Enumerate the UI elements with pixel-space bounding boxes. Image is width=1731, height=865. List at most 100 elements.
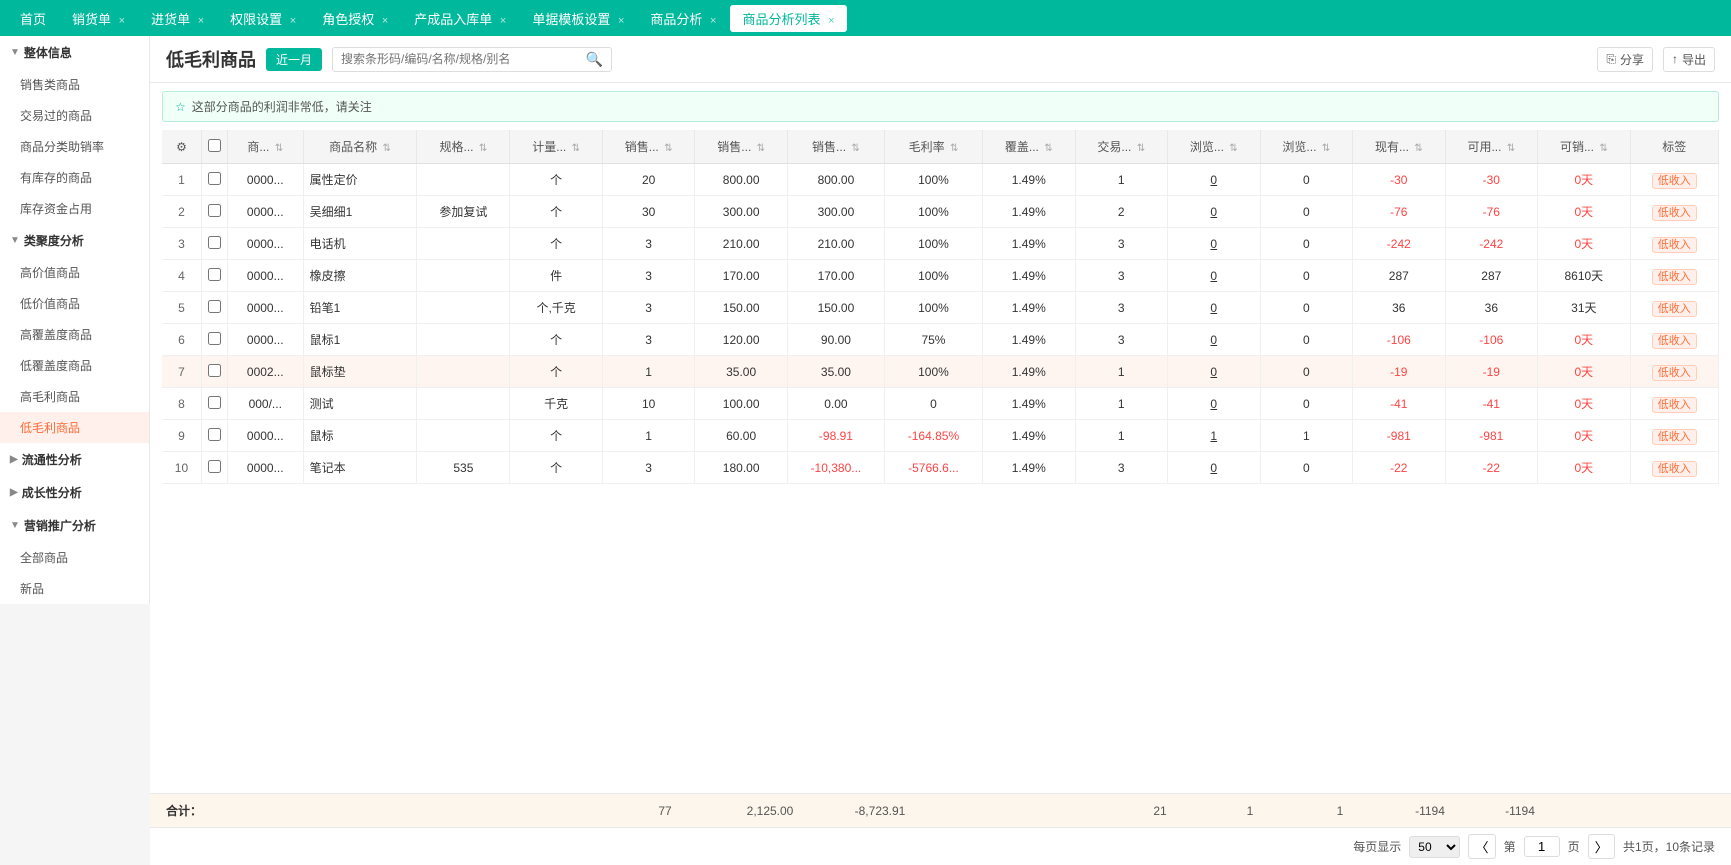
sidebar-item-low-margin[interactable]: 低毛利商品 [0, 412, 149, 443]
cell-name[interactable]: 橡皮擦 [303, 260, 417, 292]
sidebar-item-high-coverage[interactable]: 高覆盖度商品 [0, 319, 149, 350]
cell-browse1[interactable]: 0 [1168, 196, 1261, 228]
next-page-button[interactable]: 〉 [1588, 834, 1615, 859]
cell-name[interactable]: 鼠标垫 [303, 356, 417, 388]
sidebar-group-cluster[interactable]: ▼ 类聚度分析 [0, 224, 149, 257]
share-button[interactable]: ⎘ 分享 [1597, 47, 1653, 72]
sidebar-group-growth[interactable]: ▶ 成长性分析 [0, 476, 149, 509]
nav-role[interactable]: 角色授权 × [310, 5, 400, 32]
nav-permission[interactable]: 权限设置 × [218, 5, 308, 32]
cell-qty: 3 [602, 292, 695, 324]
cell-checkbox[interactable] [201, 324, 227, 356]
cell-checkbox[interactable] [201, 452, 227, 484]
cell-name[interactable]: 测试 [303, 388, 417, 420]
nav-template-close[interactable]: × [618, 15, 624, 27]
sidebar-item-new-goods[interactable]: 新品 [0, 573, 149, 604]
search-icon[interactable]: 🔍 [586, 51, 603, 68]
sidebar-item-high-value[interactable]: 高价值商品 [0, 257, 149, 288]
row-checkbox[interactable] [208, 396, 221, 409]
nav-goods-analysis[interactable]: 商品分析 × [638, 5, 728, 32]
cell-browse1[interactable]: 0 [1168, 452, 1261, 484]
cell-name[interactable]: 吴细细1 [303, 196, 417, 228]
row-checkbox[interactable] [208, 300, 221, 313]
cell-browse1[interactable]: 0 [1168, 388, 1261, 420]
cell-browse1[interactable]: 0 [1168, 324, 1261, 356]
cell-name[interactable]: 笔记本 [303, 452, 417, 484]
export-label: 导出 [1682, 51, 1706, 68]
row-checkbox[interactable] [208, 364, 221, 377]
cell-name[interactable]: 鼠标 [303, 420, 417, 452]
cell-checkbox[interactable] [201, 228, 227, 260]
export-button[interactable]: ↑ 导出 [1663, 47, 1715, 72]
nav-role-close[interactable]: × [382, 15, 388, 27]
sidebar-item-low-value[interactable]: 低价值商品 [0, 288, 149, 319]
sidebar-item-goods-category-rate[interactable]: 商品分类助销率 [0, 131, 149, 162]
cell-salable: 8610天 [1538, 260, 1631, 292]
cell-row-no: 9 [162, 420, 201, 452]
row-checkbox[interactable] [208, 172, 221, 185]
row-checkbox[interactable] [208, 204, 221, 217]
sidebar-item-in-stock-goods[interactable]: 有库存的商品 [0, 162, 149, 193]
cell-browse1[interactable]: 0 [1168, 292, 1261, 324]
sidebar-group-flow[interactable]: ▶ 流通性分析 [0, 443, 149, 476]
cell-sales-amt: 800.00 [695, 164, 788, 196]
sidebar-group-marketing[interactable]: ▼ 营销推广分析 [0, 509, 149, 542]
prev-page-button[interactable]: 〈 [1468, 834, 1495, 859]
nav-sales[interactable]: 销货单 × [60, 5, 137, 32]
cell-checkbox[interactable] [201, 420, 227, 452]
per-page-select[interactable]: 50 20 100 [1409, 836, 1460, 858]
row-checkbox[interactable] [208, 236, 221, 249]
cell-browse1[interactable]: 0 [1168, 260, 1261, 292]
table-row: 10 0000... 笔记本 535 个 3 180.00 -10,380...… [162, 452, 1719, 484]
cell-browse2: 0 [1260, 196, 1353, 228]
cell-browse1[interactable]: 0 [1168, 228, 1261, 260]
sidebar-item-sales-goods[interactable]: 销售类商品 [0, 69, 149, 100]
nav-product-in-close[interactable]: × [500, 15, 506, 27]
cell-name[interactable]: 电话机 [303, 228, 417, 260]
cell-browse1[interactable]: 0 [1168, 164, 1261, 196]
cell-name[interactable]: 铅笔1 [303, 292, 417, 324]
page-number-input[interactable] [1524, 836, 1560, 857]
select-all-checkbox[interactable] [208, 139, 221, 152]
nav-permission-close[interactable]: × [290, 15, 296, 27]
cell-name[interactable]: 鼠标1 [303, 324, 417, 356]
filter-recent-month-button[interactable]: 近一月 [266, 48, 322, 71]
row-checkbox[interactable] [208, 460, 221, 473]
nav-product-in[interactable]: 产成品入库单 × [402, 5, 518, 32]
nav-goods-analysis-close[interactable]: × [710, 15, 716, 27]
nav-goods-analysis-list[interactable]: 商品分析列表 × [730, 5, 846, 32]
cell-checkbox[interactable] [201, 196, 227, 228]
nav-sales-close[interactable]: × [119, 15, 125, 27]
page-prefix-label: 第 [1504, 838, 1516, 855]
cell-checkbox[interactable] [201, 388, 227, 420]
cell-browse1[interactable]: 1 [1168, 420, 1261, 452]
nav-purchase[interactable]: 进货单 × [139, 5, 216, 32]
sidebar-item-traded-goods[interactable]: 交易过的商品 [0, 100, 149, 131]
row-checkbox[interactable] [208, 332, 221, 345]
cell-unit: 个 [510, 420, 603, 452]
cell-browse1[interactable]: 0 [1168, 356, 1261, 388]
cell-checkbox[interactable] [201, 356, 227, 388]
arrow-icon-growth: ▶ [10, 487, 18, 498]
sidebar-item-all-goods[interactable]: 全部商品 [0, 542, 149, 573]
sidebar-item-stock-fund[interactable]: 库存资金占用 [0, 193, 149, 224]
cell-checkbox[interactable] [201, 164, 227, 196]
nav-goods-analysis-list-close[interactable]: × [828, 15, 834, 27]
cell-name[interactable]: 属性定价 [303, 164, 417, 196]
col-browse2: 浏览... ⇅ [1260, 130, 1353, 164]
cell-checkbox[interactable] [201, 292, 227, 324]
nav-home[interactable]: 首页 [8, 5, 58, 32]
sidebar-item-low-coverage[interactable]: 低覆盖度商品 [0, 350, 149, 381]
sidebar-item-high-margin[interactable]: 高毛利商品 [0, 381, 149, 412]
cell-checkbox[interactable] [201, 260, 227, 292]
nav-purchase-close[interactable]: × [198, 15, 204, 27]
row-checkbox[interactable] [208, 428, 221, 441]
sidebar: ▼ 整体信息 销售类商品 交易过的商品 商品分类助销率 有库存的商品 库存资金占… [0, 36, 150, 604]
cell-qty: 3 [602, 260, 695, 292]
col-gear[interactable]: ⚙ [162, 130, 201, 164]
row-checkbox[interactable] [208, 268, 221, 281]
search-input[interactable] [341, 52, 586, 66]
sidebar-group-general[interactable]: ▼ 整体信息 [0, 36, 149, 69]
nav-template[interactable]: 单据模板设置 × [520, 5, 636, 32]
table-row: 5 0000... 铅笔1 个,千克 3 150.00 150.00 100% … [162, 292, 1719, 324]
